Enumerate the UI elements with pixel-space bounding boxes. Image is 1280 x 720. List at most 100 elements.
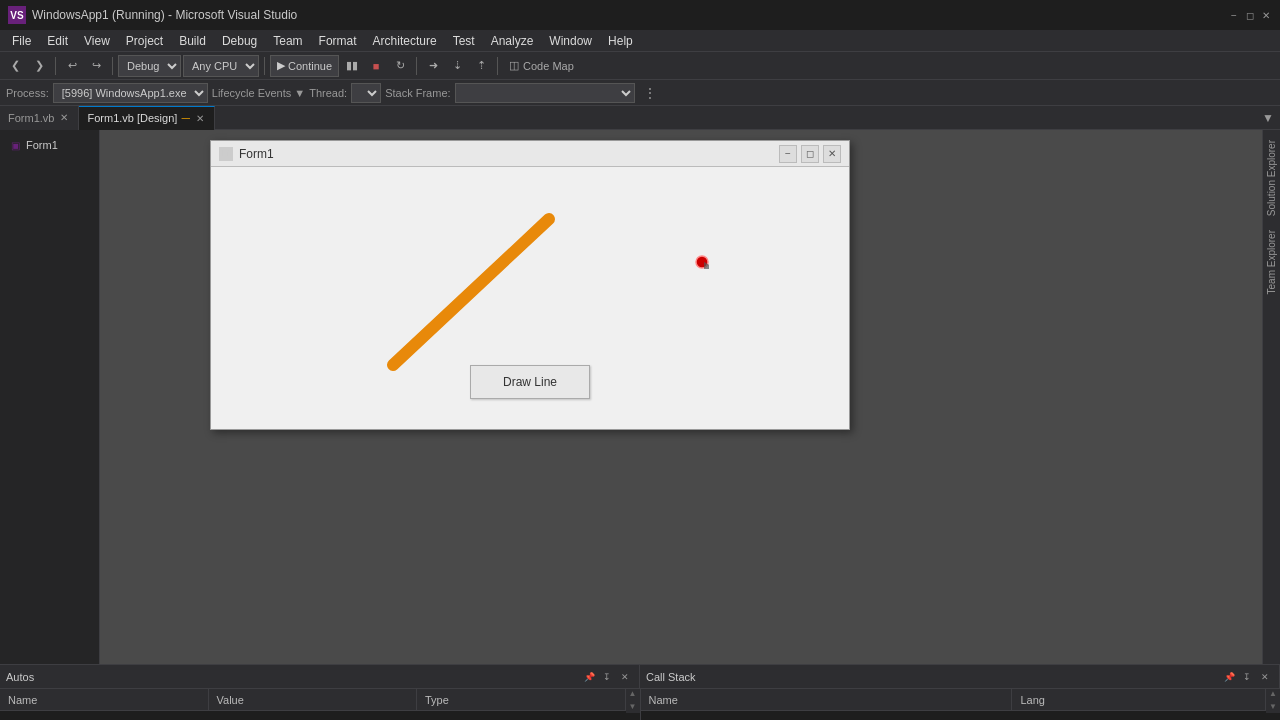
svg-line-0 bbox=[393, 219, 549, 365]
autos-close-icon[interactable]: ✕ bbox=[617, 669, 633, 685]
autos-pin-icon[interactable]: 📌 bbox=[581, 669, 597, 685]
autos-name-col: Name bbox=[0, 689, 209, 710]
stack-frame-label: Stack Frame: bbox=[385, 87, 450, 99]
tab-form1-vb-design[interactable]: Form1.vb [Design] ⸻ ✕ bbox=[79, 106, 215, 130]
cursor-breakpoint-icon bbox=[695, 255, 709, 269]
debug-config-dropdown[interactable]: Debug bbox=[118, 55, 181, 77]
tab-form1-design-close[interactable]: ✕ bbox=[194, 112, 206, 125]
menu-help[interactable]: Help bbox=[600, 30, 641, 52]
continue-button[interactable]: ▶ Continue bbox=[270, 55, 339, 77]
tree-item-label: Form1 bbox=[26, 139, 58, 151]
code-map-button[interactable]: ◫ Code Map bbox=[503, 59, 580, 72]
autos-scroll-up[interactable]: ▲ bbox=[627, 689, 639, 700]
call-stack-arrow-icon[interactable]: ↧ bbox=[1239, 669, 1255, 685]
window-controls: − ◻ ✕ bbox=[1228, 9, 1272, 21]
bottom-panels-area: Autos 📌 ↧ ✕ Call Stack 📌 ↧ ✕ Name Value … bbox=[0, 664, 1280, 720]
draw-line-button[interactable]: Draw Line bbox=[470, 365, 590, 399]
platform-dropdown[interactable]: Any CPU bbox=[183, 55, 259, 77]
nav-forward-icon[interactable]: ❯ bbox=[28, 55, 50, 77]
thread-dropdown[interactable] bbox=[351, 83, 381, 103]
menu-analyze[interactable]: Analyze bbox=[483, 30, 542, 52]
menu-build[interactable]: Build bbox=[171, 30, 214, 52]
close-icon[interactable]: ✕ bbox=[1260, 9, 1272, 21]
step-over-icon[interactable]: ➜ bbox=[422, 55, 444, 77]
tab-form1-vb-close[interactable]: ✕ bbox=[58, 111, 70, 124]
code-map-icon: ◫ bbox=[509, 59, 519, 72]
restart-icon[interactable]: ↻ bbox=[389, 55, 411, 77]
call-stack-scroll-up[interactable]: ▲ bbox=[1267, 689, 1279, 700]
autos-panel: Name Value Type ▲ ▼ bbox=[0, 689, 641, 720]
form-title-text: Form1 bbox=[239, 147, 773, 161]
autos-scroll: ▲ ▼ bbox=[626, 689, 640, 713]
call-stack-lang-col: Lang bbox=[1012, 689, 1266, 710]
pause-icon[interactable]: ▮▮ bbox=[341, 55, 363, 77]
call-stack-scroll-down[interactable]: ▼ bbox=[1267, 700, 1279, 713]
designer-canvas[interactable]: ▣ Form1 − ◻ ✕ Draw Line bbox=[100, 130, 1262, 664]
tree-item-form1[interactable]: ▣ Form1 bbox=[4, 136, 95, 154]
stack-frame-options-icon[interactable]: ⋮ bbox=[639, 82, 661, 104]
autos-panel-title: Autos bbox=[6, 671, 34, 683]
team-explorer-tab[interactable]: Team Explorer bbox=[1264, 224, 1279, 300]
call-stack-name-col: Name bbox=[641, 689, 1013, 710]
menu-file[interactable]: File bbox=[4, 30, 39, 52]
process-label: Process: bbox=[6, 87, 49, 99]
stop-icon[interactable]: ■ bbox=[365, 55, 387, 77]
menu-debug[interactable]: Debug bbox=[214, 30, 265, 52]
call-stack-close-icon[interactable]: ✕ bbox=[1257, 669, 1273, 685]
form-icon: ▣ bbox=[8, 138, 22, 152]
left-panel: ▣ Form1 bbox=[0, 130, 100, 664]
form-title-bar: ▣ Form1 − ◻ ✕ bbox=[211, 141, 849, 167]
redo-icon[interactable]: ↪ bbox=[85, 55, 107, 77]
toolbar-separator bbox=[264, 57, 265, 75]
tab-scroll-button[interactable]: ▼ bbox=[1256, 111, 1280, 125]
tab-form1-vb-label: Form1.vb bbox=[8, 112, 54, 124]
autos-scroll-down[interactable]: ▼ bbox=[627, 700, 639, 713]
form-maximize-icon[interactable]: ◻ bbox=[801, 145, 819, 163]
autos-type-col: Type bbox=[417, 689, 626, 710]
menu-team[interactable]: Team bbox=[265, 30, 310, 52]
code-map-label: Code Map bbox=[523, 60, 574, 72]
form-window-controls: − ◻ ✕ bbox=[779, 145, 841, 163]
restore-icon[interactable]: ◻ bbox=[1244, 9, 1256, 21]
call-stack-pin-icon[interactable]: 📌 bbox=[1221, 669, 1237, 685]
autos-value-col: Value bbox=[209, 689, 418, 710]
menu-project[interactable]: Project bbox=[118, 30, 171, 52]
form-minimize-icon[interactable]: − bbox=[779, 145, 797, 163]
minimize-icon[interactable]: − bbox=[1228, 9, 1240, 21]
menu-view[interactable]: View bbox=[76, 30, 118, 52]
title-bar: VS WindowsApp1 (Running) - Microsoft Vis… bbox=[0, 0, 1280, 30]
process-dropdown[interactable]: [5996] WindowsApp1.exe bbox=[53, 83, 208, 103]
toolbar-separator bbox=[416, 57, 417, 75]
menu-bar: File Edit View Project Build Debug Team … bbox=[0, 30, 1280, 52]
menu-edit[interactable]: Edit bbox=[39, 30, 76, 52]
call-stack-panel-controls: 📌 ↧ ✕ bbox=[1221, 669, 1273, 685]
call-stack-panel-title: Call Stack bbox=[646, 671, 696, 683]
call-stack-panel: Name Lang ▲ ▼ bbox=[641, 689, 1281, 720]
tab-form1-vb[interactable]: Form1.vb ✕ bbox=[0, 106, 79, 130]
form-close-icon[interactable]: ✕ bbox=[823, 145, 841, 163]
panels-content: Name Value Type ▲ ▼ Name Lang ▲ ▼ bbox=[0, 689, 1280, 720]
cursor-dot-svg bbox=[695, 255, 709, 269]
thread-label: Thread: bbox=[309, 87, 347, 99]
stack-frame-dropdown[interactable] bbox=[455, 83, 635, 103]
tab-form1-design-label: Form1.vb [Design] bbox=[87, 112, 177, 124]
step-into-icon[interactable]: ⇣ bbox=[446, 55, 468, 77]
autos-panel-header: Autos 📌 ↧ ✕ bbox=[0, 665, 640, 688]
toolbar-separator bbox=[497, 57, 498, 75]
menu-architecture[interactable]: Architecture bbox=[365, 30, 445, 52]
main-area: ▣ Form1 ▣ Form1 − ◻ ✕ bbox=[0, 130, 1280, 664]
solution-explorer-tab[interactable]: Solution Explorer bbox=[1264, 134, 1279, 222]
toolbar-separator bbox=[112, 57, 113, 75]
undo-icon[interactable]: ↩ bbox=[61, 55, 83, 77]
autos-arrow-icon[interactable]: ↧ bbox=[599, 669, 615, 685]
menu-format[interactable]: Format bbox=[311, 30, 365, 52]
right-sidebar: Solution Explorer Team Explorer bbox=[1262, 130, 1280, 664]
menu-window[interactable]: Window bbox=[541, 30, 600, 52]
nav-back-icon[interactable]: ❮ bbox=[4, 55, 26, 77]
step-out-icon[interactable]: ⇡ bbox=[470, 55, 492, 77]
window-title: WindowsApp1 (Running) - Microsoft Visual… bbox=[32, 8, 1228, 22]
menu-test[interactable]: Test bbox=[445, 30, 483, 52]
form-app-icon: ▣ bbox=[219, 147, 233, 161]
lifecycle-btn[interactable]: Lifecycle Events ▼ bbox=[212, 87, 305, 99]
form-window: ▣ Form1 − ◻ ✕ Draw Line bbox=[210, 140, 850, 430]
